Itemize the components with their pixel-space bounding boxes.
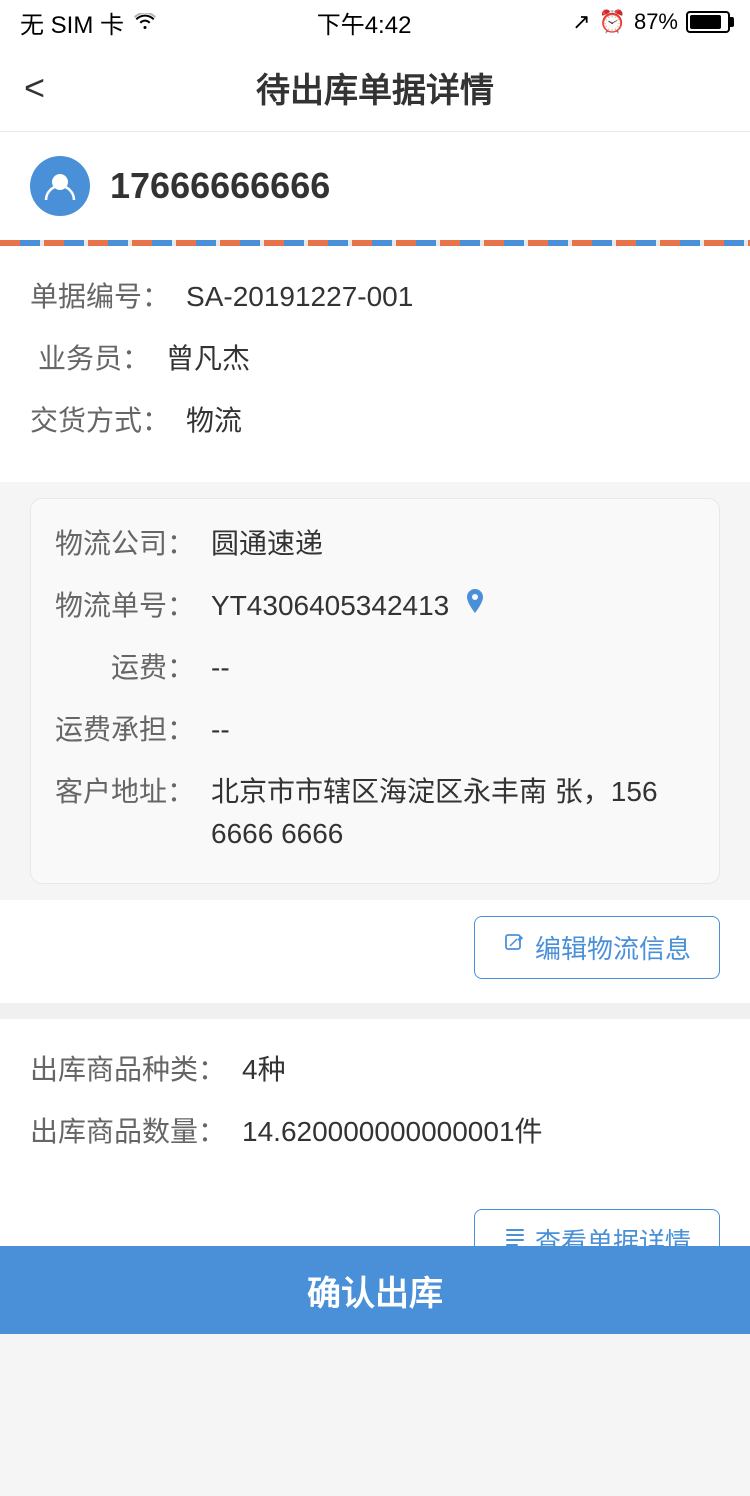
confirm-btn-area: 确认出库 (0, 1246, 750, 1334)
status-left: 无 SIM 卡 (20, 5, 156, 40)
freight-value: -- (211, 647, 695, 689)
carrier-label: 无 SIM 卡 (20, 5, 124, 40)
order-info-section: 单据编号： SA-20191227-001 业务员： 曾凡杰 交货方式： 物流 (0, 246, 750, 482)
delivery-method-value: 物流 (186, 400, 720, 442)
sales-person-label: 业务员： (30, 338, 150, 380)
order-number-value: SA-20191227-001 (186, 276, 720, 318)
goods-section: 出库商品种类： 4种 出库商品数量： 14.620000000000001件 (0, 1019, 750, 1193)
logistics-company-value: 圆通速递 (211, 523, 695, 565)
status-bar: 无 SIM 卡 下午4:42 ↗ ⏰ 87% (0, 0, 750, 44)
goods-quantity-value: 14.620000000000001件 (242, 1111, 720, 1153)
sales-person-value: 曾凡杰 (166, 338, 720, 380)
logistics-company-label: 物流公司： (55, 523, 195, 565)
delivery-method-row: 交货方式： 物流 (30, 400, 720, 442)
goods-quantity-label: 出库商品数量： (30, 1111, 226, 1153)
page-title: 待出库单据详情 (256, 63, 494, 112)
section-separator (0, 1003, 750, 1019)
location-status-icon: ↗ (572, 9, 590, 35)
goods-type-row: 出库商品种类： 4种 (30, 1049, 720, 1091)
avatar (30, 156, 90, 216)
freight-bearer-label: 运费承担： (55, 709, 195, 751)
edit-icon (503, 932, 527, 963)
address-row: 客户地址： 北京市市辖区海淀区永丰南 张，156 6666 6666 (55, 771, 695, 855)
sales-person-row: 业务员： 曾凡杰 (30, 338, 720, 380)
freight-bearer-value: -- (211, 709, 695, 751)
address-value: 北京市市辖区海淀区永丰南 张，156 6666 6666 (211, 771, 695, 855)
battery-percentage: 87% (634, 9, 678, 35)
order-number-row: 单据编号： SA-20191227-001 (30, 276, 720, 318)
order-number-label: 单据编号： (30, 276, 170, 318)
tracking-value: YT43064053424​13 (211, 585, 695, 627)
customer-header: 17666666666 (0, 132, 750, 240)
back-button[interactable]: < (24, 67, 45, 109)
goods-quantity-row: 出库商品数量： 14.620000000000001件 (30, 1111, 720, 1153)
status-right: ↗ ⏰ 87% (572, 9, 730, 35)
map-pin-icon[interactable] (461, 585, 489, 627)
goods-type-label: 出库商品种类： (30, 1049, 226, 1091)
alarm-icon: ⏰ (599, 9, 626, 35)
wifi-icon (134, 8, 156, 36)
edit-logistics-area: 编辑物流信息 (0, 900, 750, 1003)
nav-bar: < 待出库单据详情 (0, 44, 750, 132)
tracking-label: 物流单号： (55, 585, 195, 627)
freight-row: 运费： -- (55, 647, 695, 689)
tracking-number-row: 物流单号： YT43064053424​13 (55, 585, 695, 627)
confirm-button[interactable]: 确认出库 (307, 1266, 443, 1315)
logistics-card: 物流公司： 圆通速递 物流单号： YT43064053424​13 运费： --… (30, 498, 720, 884)
edit-logistics-label: 编辑物流信息 (535, 929, 691, 966)
time-label: 下午4:42 (317, 5, 412, 40)
delivery-method-label: 交货方式： (30, 400, 170, 442)
freight-bearer-row: 运费承担： -- (55, 709, 695, 751)
freight-label: 运费： (55, 647, 195, 689)
address-label: 客户地址： (55, 771, 195, 813)
goods-type-value: 4种 (242, 1049, 720, 1091)
logistics-company-row: 物流公司： 圆通速递 (55, 523, 695, 565)
edit-logistics-button[interactable]: 编辑物流信息 (474, 916, 720, 979)
battery-icon (686, 11, 730, 33)
customer-phone: 17666666666 (110, 165, 330, 207)
